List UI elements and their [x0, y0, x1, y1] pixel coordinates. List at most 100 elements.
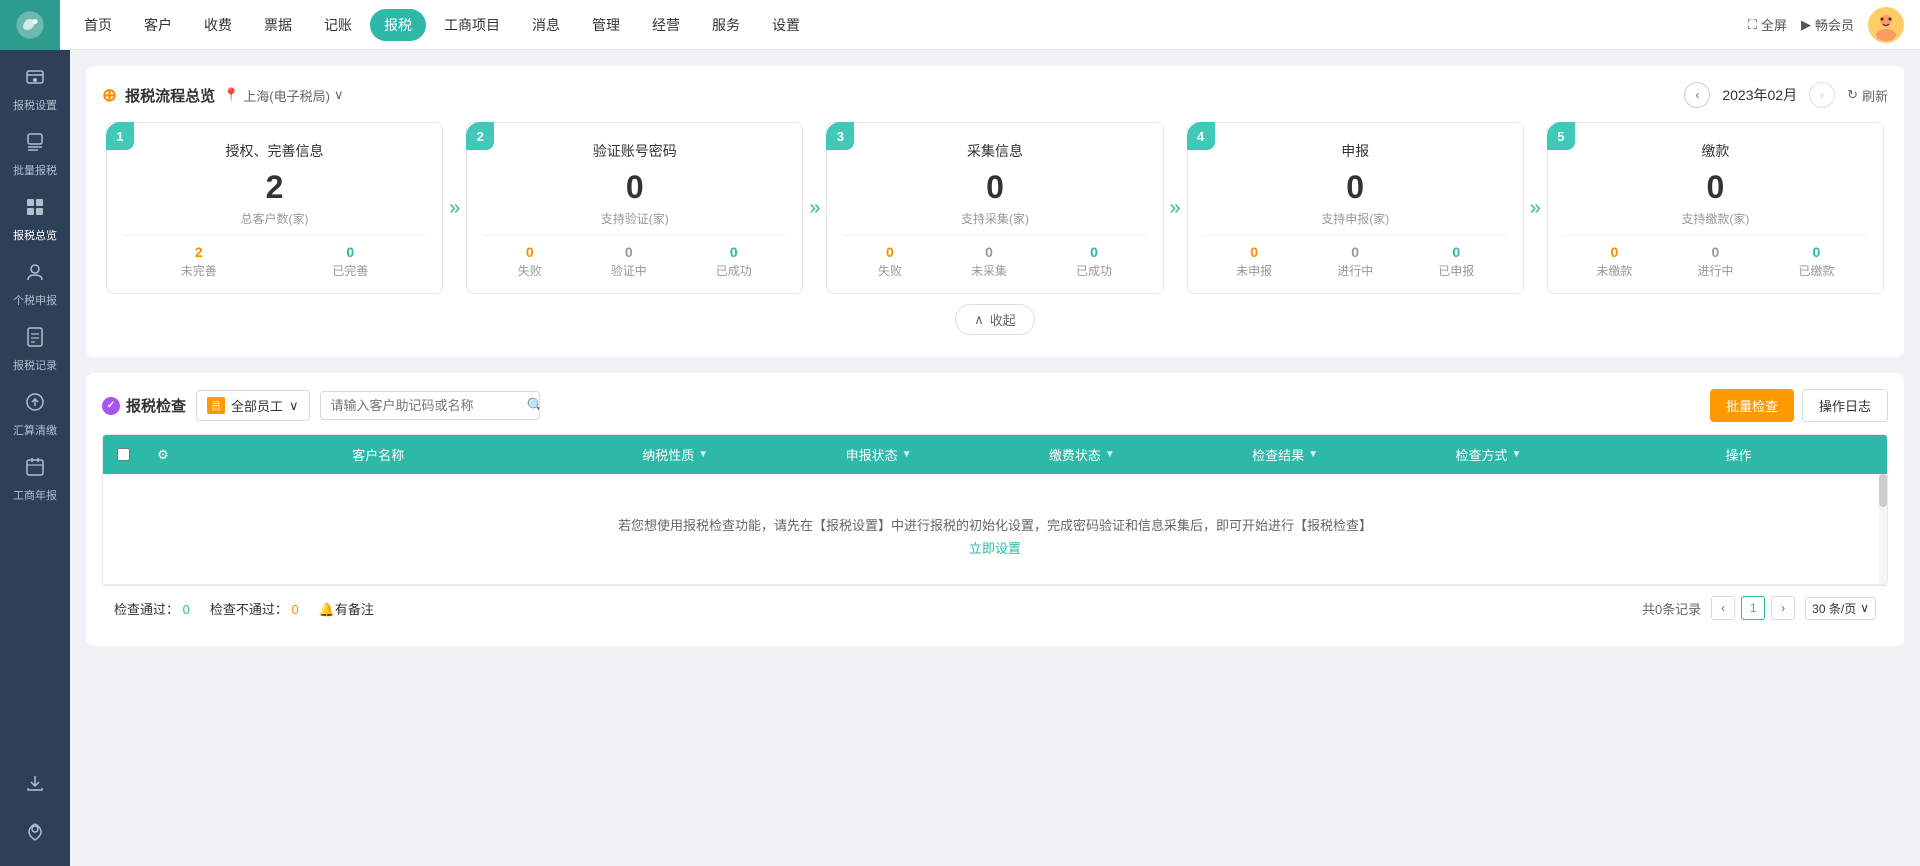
step-num-4: 4: [1187, 122, 1215, 150]
nav-home[interactable]: 首页: [70, 9, 126, 41]
next-page-button[interactable]: ›: [1771, 596, 1795, 620]
stat-success-3: 0 已成功: [1076, 244, 1112, 279]
total-records: 共0条记录: [1642, 599, 1701, 618]
stat-fail-3: 0 失败: [878, 244, 902, 279]
sidebar-item-personal-tax[interactable]: 个税申报: [0, 253, 70, 316]
step-num-1: 1: [106, 122, 134, 150]
pass-count[interactable]: 0: [183, 602, 190, 617]
nav-items: 首页 客户 收费 票据 记账 报税 工商项目 消息 管理 经营 服务 设置: [70, 9, 1748, 41]
table-empty-message: 若您想使用报税检查功能，请先在【报税设置】中进行报税的初始化设置，完成密码验证和…: [103, 474, 1887, 584]
per-page-selector[interactable]: 30 条/页 ∨: [1805, 597, 1876, 620]
flow-steps: 1 授权、完善信息 2 总客户数(家) 2 未完善 0 已完善: [102, 122, 1888, 294]
flow-step-1: 1 授权、完善信息 2 总客户数(家) 2 未完善 0 已完善: [106, 122, 443, 294]
step-stats-5: 0 未缴款 0 进行中 0 已缴款: [1564, 244, 1867, 279]
refresh-button[interactable]: ↻ 刷新: [1847, 86, 1888, 105]
sidebar-item-tax-overview[interactable]: 报税总览: [0, 188, 70, 251]
step-stats-1: 2 未完善 0 已完善: [123, 244, 426, 279]
scrollbar-thumb[interactable]: [1879, 474, 1887, 507]
first-page-button[interactable]: ‹: [1711, 596, 1735, 620]
nav-operation[interactable]: 经营: [638, 9, 694, 41]
fail-label: 检查不通过： 0: [210, 599, 299, 618]
sidebar: 报税设置 批量报税 报税总览: [0, 50, 70, 866]
nav-tax[interactable]: 报税: [370, 9, 426, 41]
card-header: ⊕ 报税流程总览 📍 上海(电子税局) ∨ ‹ 2023年02月 › ↻ 刷新: [102, 82, 1888, 108]
tax-check-header: ✓ 报税检查 员 全部员工 ∨ 🔍 批量检查 操作日志: [102, 389, 1888, 422]
app-logo: [0, 0, 60, 50]
tax-records-icon: [24, 326, 46, 354]
th-check-method[interactable]: 检查方式 ▼: [1387, 435, 1590, 474]
flow-step-2: 2 验证账号密码 0 支持验证(家) 0 失败 0 验证中: [466, 122, 803, 294]
arrow-4: »: [1528, 197, 1543, 220]
employee-filter[interactable]: 员 全部员工 ∨: [196, 390, 310, 421]
step-stats-4: 0 未申报 0 进行中 0 已申报: [1204, 244, 1507, 279]
stat-success-2: 0 已成功: [716, 244, 752, 279]
batch-tax-icon: [24, 131, 46, 159]
filter-icon-pay: ▼: [1105, 449, 1115, 460]
pass-label: 检查通过： 0: [114, 599, 190, 618]
th-client-name: 客户名称: [183, 435, 574, 474]
batch-check-button[interactable]: 批量检查: [1710, 389, 1794, 422]
operation-log-button[interactable]: 操作日志: [1802, 389, 1888, 422]
flow-step-3: 3 采集信息 0 支持采集(家) 0 失败 0 未采集: [826, 122, 1163, 294]
search-input[interactable]: [321, 393, 517, 418]
th-tax-type[interactable]: 纳税性质 ▼: [574, 435, 777, 474]
th-declare-status[interactable]: 申报状态 ▼: [777, 435, 980, 474]
nav-message[interactable]: 消息: [518, 9, 574, 41]
arrow-2: »: [807, 197, 822, 220]
sidebar-item-tax-records[interactable]: 报税记录: [0, 318, 70, 381]
settlement-icon: [24, 391, 46, 419]
step-num-2: 2: [466, 122, 494, 150]
arrow-1: »: [447, 197, 462, 220]
sidebar-item-tax-settings[interactable]: 报税设置: [0, 58, 70, 121]
sidebar-item-settlement[interactable]: 汇算清缴: [0, 383, 70, 446]
setup-link[interactable]: 立即设置: [969, 537, 1021, 560]
top-navigation: 首页 客户 收费 票据 记账 报税 工商项目 消息 管理 经营 服务 设置 ⛶ …: [0, 0, 1920, 50]
sidebar-item-annual-report[interactable]: 工商年报: [0, 448, 70, 511]
fail-count[interactable]: 0: [292, 602, 299, 617]
th-checkbox[interactable]: [103, 435, 143, 474]
stat-incomplete: 2 未完善: [181, 244, 217, 279]
stat-paid: 0 已缴款: [1798, 244, 1834, 279]
nav-invoice[interactable]: 票据: [250, 9, 306, 41]
sidebar-item-batch-tax[interactable]: 批量报税: [0, 123, 70, 186]
collapse-button[interactable]: ∧ 收起: [955, 304, 1035, 335]
flow-overview-card: ⊕ 报税流程总览 📍 上海(电子税局) ∨ ‹ 2023年02月 › ↻ 刷新: [86, 66, 1904, 357]
nav-fee[interactable]: 收费: [190, 9, 246, 41]
table-body: 若您想使用报税检查功能，请先在【报税设置】中进行报税的初始化设置，完成密码验证和…: [103, 474, 1887, 584]
arrow-3: »: [1168, 197, 1183, 220]
tax-settings-icon: [24, 66, 46, 94]
location-selector[interactable]: 📍 上海(电子税局) ∨: [223, 86, 343, 105]
sidebar-location[interactable]: [18, 814, 52, 854]
avatar[interactable]: [1868, 7, 1904, 43]
vip-button[interactable]: ▶ 畅会员: [1801, 15, 1854, 34]
nav-accounting[interactable]: 记账: [310, 9, 366, 41]
th-gear[interactable]: ⚙: [143, 435, 183, 474]
step-num-5: 5: [1547, 122, 1575, 150]
nav-client[interactable]: 客户: [130, 9, 186, 41]
month-navigation: ‹ 2023年02月 ›: [1684, 82, 1835, 108]
table-header: ⚙ 客户名称 纳税性质 ▼ 申报状态 ▼ 缴费状态 ▼ 检: [103, 435, 1887, 474]
th-check-result[interactable]: 检查结果 ▼: [1183, 435, 1386, 474]
sidebar-download[interactable]: [18, 766, 52, 806]
nav-business[interactable]: 工商项目: [430, 9, 514, 41]
collapse-bar: ∧ 收起: [102, 294, 1888, 341]
fullscreen-button[interactable]: ⛶ 全屏: [1748, 15, 1787, 34]
next-month-button[interactable]: ›: [1809, 82, 1835, 108]
search-button[interactable]: 🔍: [517, 392, 540, 419]
prev-month-button[interactable]: ‹: [1684, 82, 1710, 108]
th-pay-status[interactable]: 缴费状态 ▼: [980, 435, 1183, 474]
step-num-3: 3: [826, 122, 854, 150]
vip-icon: ▶: [1801, 17, 1811, 33]
stat-declaring: 0 进行中: [1337, 244, 1373, 279]
dropdown-icon: ∨: [334, 87, 344, 103]
nav-manage[interactable]: 管理: [578, 9, 634, 41]
fullscreen-icon: ⛶: [1748, 17, 1757, 33]
step-stats-2: 0 失败 0 验证中 0 已成功: [483, 244, 786, 279]
table-footer: 检查通过： 0 检查不通过： 0 🔔有备注 共0条记录 ‹ 1 ›: [102, 585, 1888, 630]
select-all-checkbox[interactable]: [117, 448, 130, 461]
filter-icon-method: ▼: [1511, 449, 1521, 460]
nav-service[interactable]: 服务: [698, 9, 754, 41]
stat-declared: 0 已申报: [1438, 244, 1474, 279]
th-action: 操作: [1590, 435, 1887, 474]
nav-settings[interactable]: 设置: [758, 9, 814, 41]
